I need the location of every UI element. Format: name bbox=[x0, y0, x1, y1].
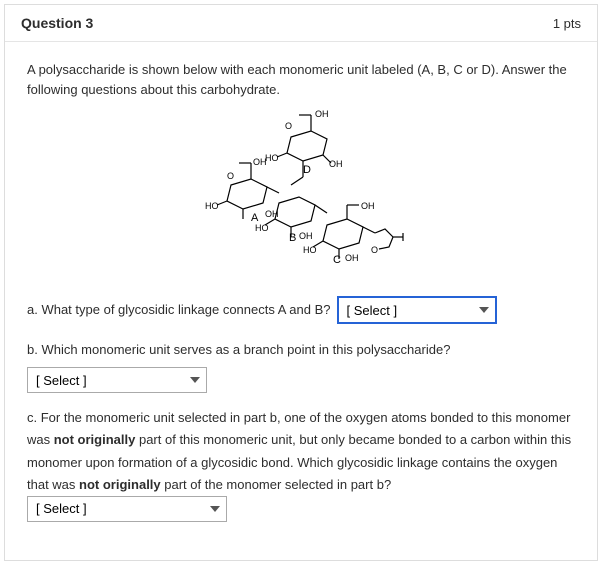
label-D: D bbox=[303, 164, 311, 176]
label-oh: OH bbox=[253, 157, 267, 167]
label-ho: HO bbox=[303, 245, 317, 255]
label-oh: OH bbox=[361, 201, 375, 211]
question-points: 1 pts bbox=[553, 16, 581, 31]
part-a: a. What type of glycosidic linkage conne… bbox=[27, 296, 575, 324]
label-C: C bbox=[333, 254, 341, 266]
part-a-text: a. What type of glycosidic linkage conne… bbox=[27, 298, 331, 321]
label-o: O bbox=[371, 245, 378, 255]
part-c-bold-1: not originally bbox=[54, 432, 136, 447]
polysaccharide-diagram: OH O HO D OH OH O HO A OH HO B OH OH bbox=[171, 107, 431, 279]
label-oh: OH bbox=[299, 231, 313, 241]
part-b-text: b. Which monomeric unit serves as a bran… bbox=[27, 338, 575, 361]
part-c-select[interactable]: [ Select ] bbox=[27, 496, 227, 522]
question-title: Question 3 bbox=[21, 15, 93, 31]
question-header: Question 3 1 pts bbox=[5, 5, 597, 42]
label-oh: OH bbox=[265, 209, 279, 219]
label-ho: HO bbox=[265, 153, 279, 163]
question-body: A polysaccharide is shown below with eac… bbox=[5, 42, 597, 560]
label-o: O bbox=[285, 121, 292, 131]
label-oh: OH bbox=[345, 253, 359, 263]
question-prompt: A polysaccharide is shown below with eac… bbox=[27, 60, 575, 99]
label-ho: HO bbox=[205, 201, 219, 211]
part-b: b. Which monomeric unit serves as a bran… bbox=[27, 338, 575, 393]
part-a-select[interactable]: [ Select ] bbox=[337, 296, 497, 324]
label-o: O bbox=[227, 171, 234, 181]
question-card: Question 3 1 pts A polysaccharide is sho… bbox=[4, 4, 598, 561]
molecule-figure: OH O HO D OH OH O HO A OH HO B OH OH bbox=[27, 107, 575, 282]
label-B: B bbox=[289, 232, 296, 244]
part-c-bold-2: not originally bbox=[79, 477, 161, 492]
label-oh: OH bbox=[315, 109, 329, 119]
label-ho: HO bbox=[255, 223, 269, 233]
label-oh: OH bbox=[329, 159, 343, 169]
part-c: c. For the monomeric unit selected in pa… bbox=[27, 407, 575, 521]
part-c-text-3: part of the monomer selected in part b? bbox=[161, 477, 392, 492]
part-b-select[interactable]: [ Select ] bbox=[27, 367, 207, 393]
